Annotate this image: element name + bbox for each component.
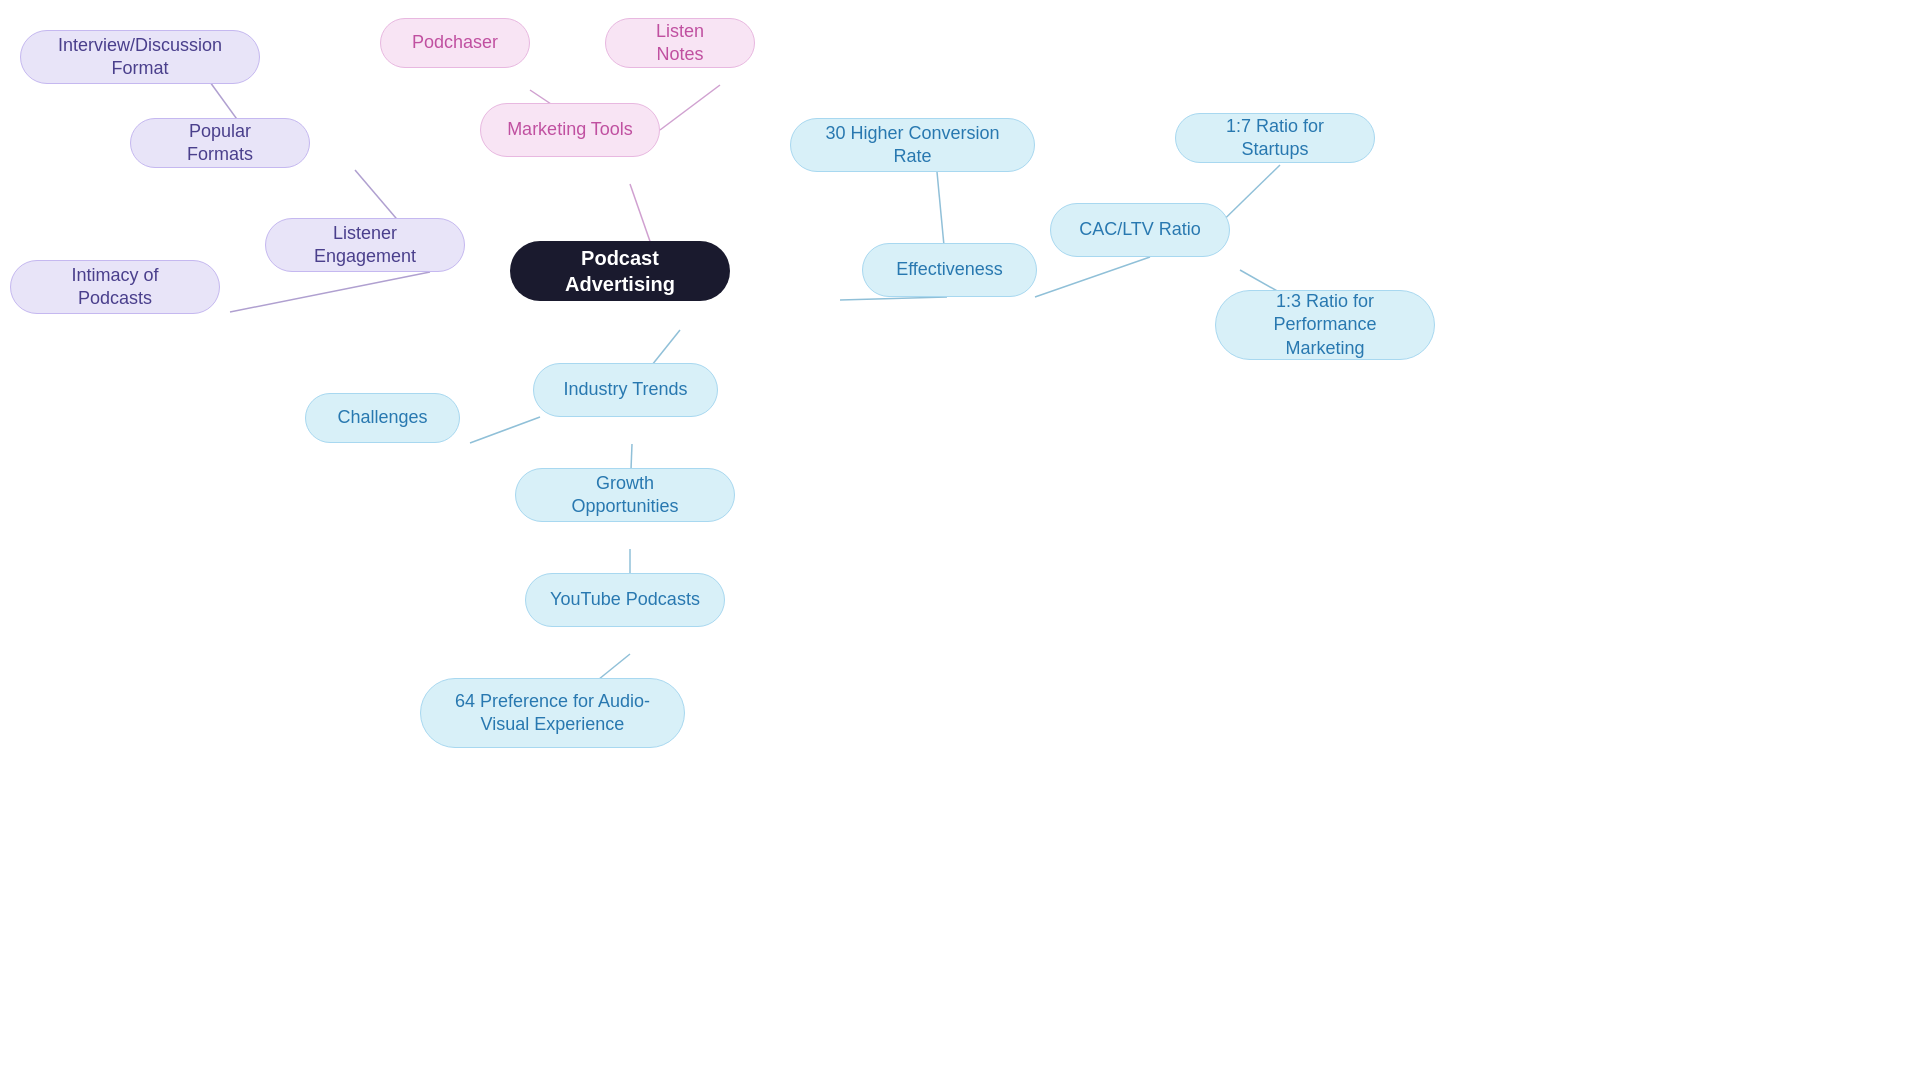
ratio-startups-node: 1:7 Ratio for Startups bbox=[1175, 113, 1375, 163]
center-node: Podcast Advertising bbox=[510, 241, 730, 301]
listen-notes-node: Listen Notes bbox=[605, 18, 755, 68]
popular-formats-node: Popular Formats bbox=[130, 118, 310, 168]
svg-line-13 bbox=[470, 417, 540, 443]
svg-line-7 bbox=[840, 297, 947, 300]
ratio-performance-node: 1:3 Ratio for Performance Marketing bbox=[1215, 290, 1435, 360]
effectiveness-node: Effectiveness bbox=[862, 243, 1037, 297]
svg-line-9 bbox=[1035, 257, 1150, 297]
growth-opportunities-node: Growth Opportunities bbox=[515, 468, 735, 522]
industry-trends-node: Industry Trends bbox=[533, 363, 718, 417]
audio-visual-node: 64 Preference for Audio-Visual Experienc… bbox=[420, 678, 685, 748]
listener-engagement-node: Listener Engagement bbox=[265, 218, 465, 272]
svg-line-3 bbox=[230, 272, 430, 312]
podchaser-node: Podchaser bbox=[380, 18, 530, 68]
higher-conversion-node: 30 Higher Conversion Rate bbox=[790, 118, 1035, 172]
marketing-tools-node: Marketing Tools bbox=[480, 103, 660, 157]
cac-ltv-node: CAC/LTV Ratio bbox=[1050, 203, 1230, 257]
challenges-node: Challenges bbox=[305, 393, 460, 443]
youtube-podcasts-node: YouTube Podcasts bbox=[525, 573, 725, 627]
interview-format-node: Interview/Discussion Format bbox=[20, 30, 260, 84]
intimacy-node: Intimacy of Podcasts bbox=[10, 260, 220, 314]
svg-line-6 bbox=[660, 85, 720, 130]
